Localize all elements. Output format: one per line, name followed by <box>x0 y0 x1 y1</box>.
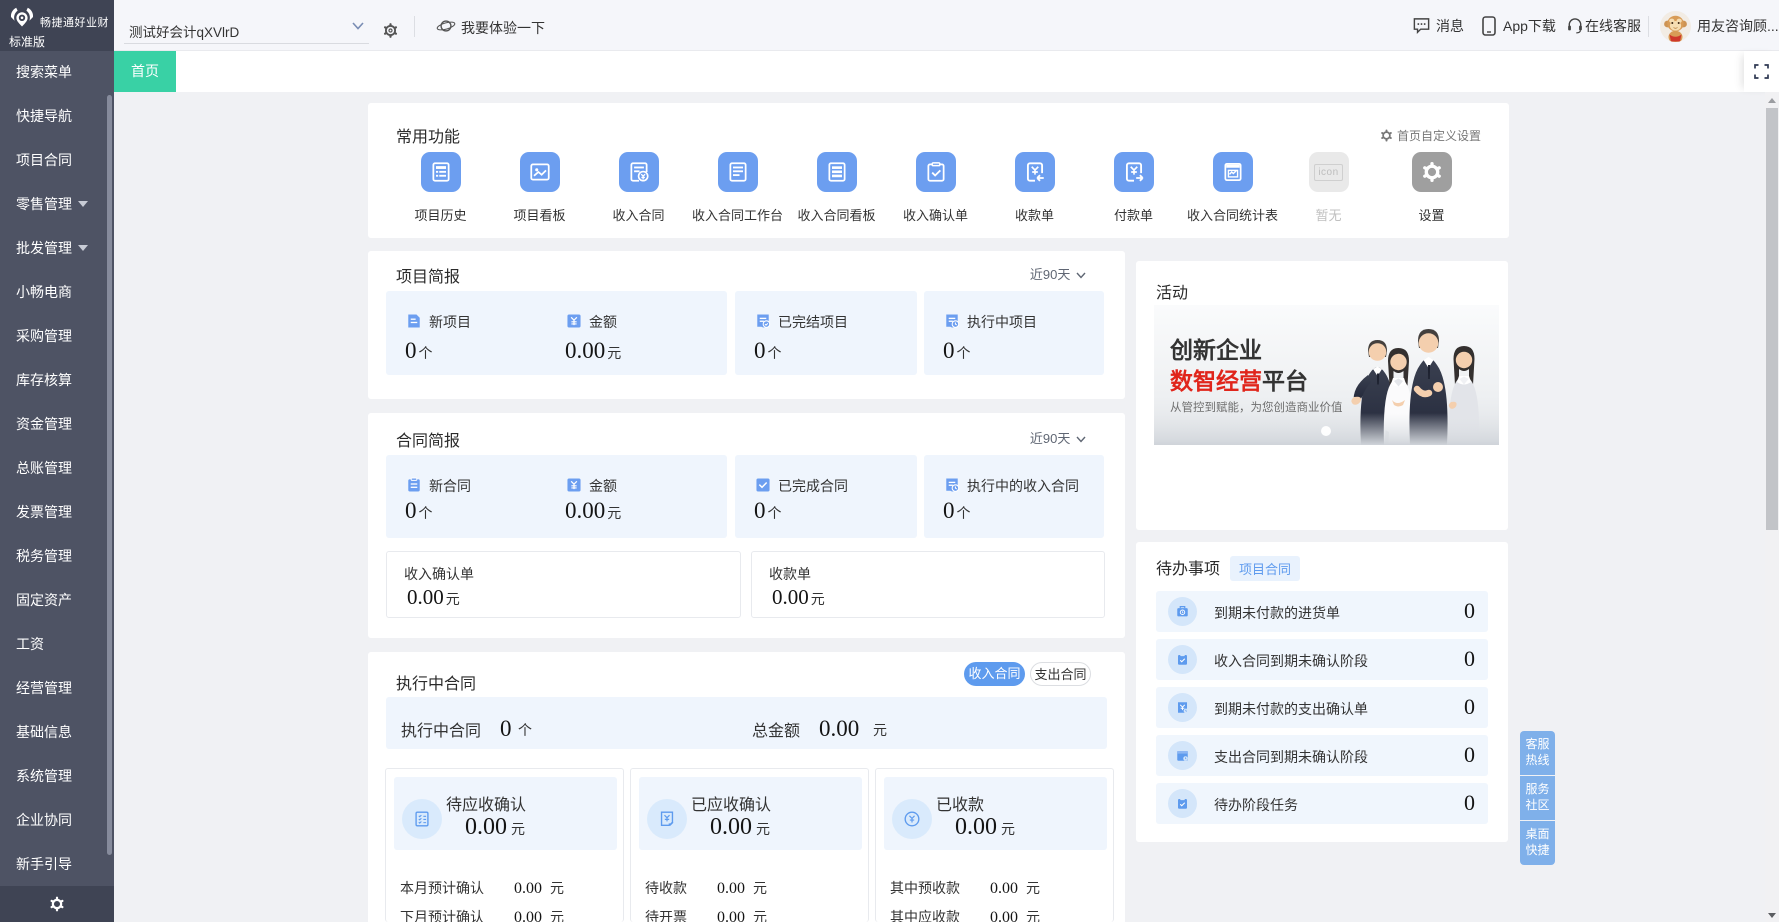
svg-text:创新企业: 创新企业 <box>1169 337 1262 363</box>
svg-text:数智经营平台: 数智经营平台 <box>1170 368 1308 394</box>
svg-text:从管控到赋能，为您创造商业价值: 从管控到赋能，为您创造商业价值 <box>1170 400 1343 414</box>
